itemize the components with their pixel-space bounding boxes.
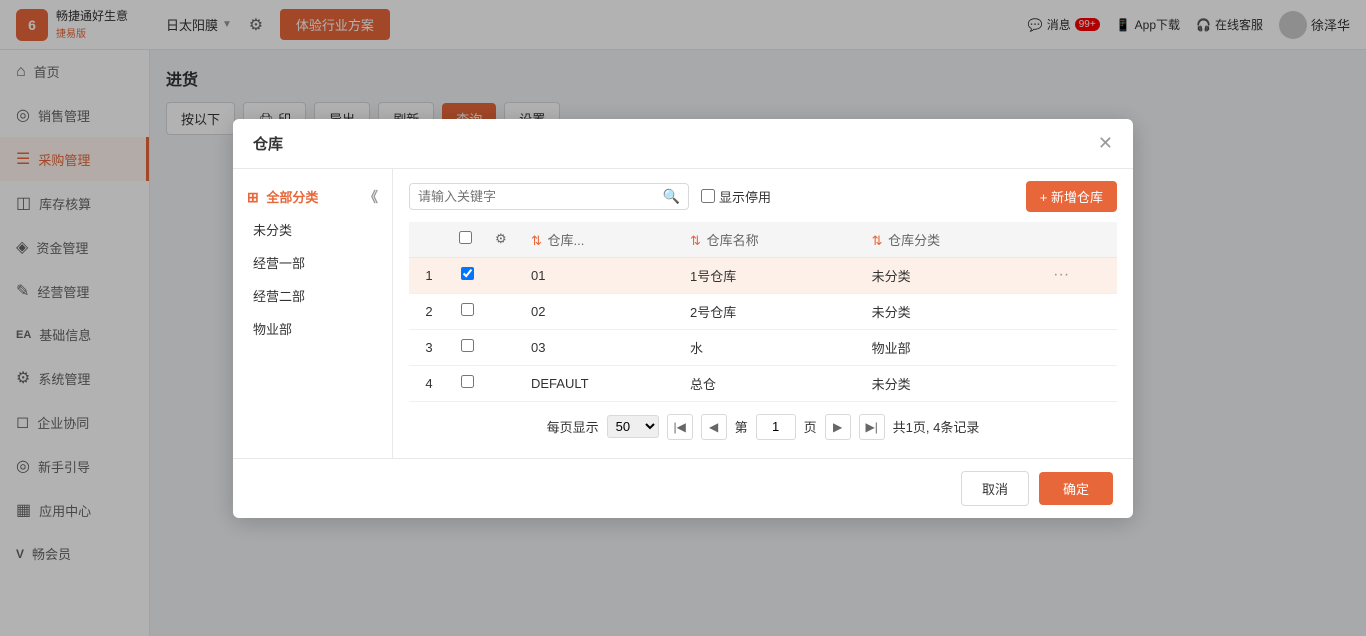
cell-name: 水 xyxy=(680,329,862,365)
col-check xyxy=(449,222,485,258)
cell-actions xyxy=(1043,365,1117,401)
sort-icon2: ⇅ xyxy=(690,233,701,248)
col-name-header: ⇅ 仓库名称 xyxy=(680,222,862,258)
first-page-btn[interactable]: |◀ xyxy=(667,414,693,440)
cat-item-dept1[interactable]: 经营一部 xyxy=(233,246,392,279)
table-panel: 🔍 显示停用 + 新增仓库 xyxy=(393,169,1133,458)
table-container: ⚙ ⇅ 仓库... ⇅ 仓库名称 xyxy=(409,222,1117,402)
cell-category: 未分类 xyxy=(862,365,1044,401)
cell-actions: ··· xyxy=(1043,257,1117,293)
row-actions-btn[interactable]: ··· xyxy=(1053,266,1069,283)
cell-index: 3 xyxy=(409,329,449,365)
cell-index: 1 xyxy=(409,257,449,293)
confirm-btn[interactable]: 确定 xyxy=(1039,472,1113,505)
prev-page-btn[interactable]: ◀ xyxy=(701,414,727,440)
table-row[interactable]: 3 03 水 物业部 xyxy=(409,329,1117,365)
table-header-row: ⚙ ⇅ 仓库... ⇅ 仓库名称 xyxy=(409,222,1117,258)
cat-item-property[interactable]: 物业部 xyxy=(233,312,392,345)
grid-icon: ⊞ xyxy=(247,189,259,205)
cell-gear xyxy=(485,293,521,329)
pagination: 每页显示 50 20 100 |◀ ◀ 第 页 ▶ ▶| 共1页, 4条记录 xyxy=(409,402,1117,446)
cell-index: 4 xyxy=(409,365,449,401)
col-actions-header xyxy=(1043,222,1117,258)
search-box: 🔍 xyxy=(409,183,689,210)
cell-check[interactable] xyxy=(449,365,485,401)
table-row[interactable]: 2 02 2号仓库 未分类 xyxy=(409,293,1117,329)
col-code-header: ⇅ 仓库... xyxy=(521,222,680,258)
table-gear-icon[interactable]: ⚙ xyxy=(495,231,507,246)
cell-code: 02 xyxy=(521,293,680,329)
cell-gear xyxy=(485,257,521,293)
show-disabled-checkbox[interactable] xyxy=(701,189,715,203)
cell-category: 未分类 xyxy=(862,257,1044,293)
table-row[interactable]: 1 01 1号仓库 未分类 ··· xyxy=(409,257,1117,293)
last-page-btn[interactable]: ▶| xyxy=(859,414,885,440)
per-page-select[interactable]: 50 20 100 xyxy=(607,415,659,438)
cell-category: 物业部 xyxy=(862,329,1044,365)
cell-actions xyxy=(1043,329,1117,365)
overlay: 仓库 ✕ ⊞ 全部分类 《 未分类 经营一部 经营二部 物业部 xyxy=(0,0,1366,636)
dialog: 仓库 ✕ ⊞ 全部分类 《 未分类 经营一部 经营二部 物业部 xyxy=(233,119,1133,518)
cancel-btn[interactable]: 取消 xyxy=(961,471,1029,506)
cell-check[interactable] xyxy=(449,293,485,329)
cell-name: 1号仓库 xyxy=(680,257,862,293)
col-index xyxy=(409,222,449,258)
cell-category: 未分类 xyxy=(862,293,1044,329)
show-disabled-toggle[interactable]: 显示停用 xyxy=(701,187,771,206)
warehouse-table: ⚙ ⇅ 仓库... ⇅ 仓库名称 xyxy=(409,222,1117,402)
cell-gear xyxy=(485,329,521,365)
cell-code: 01 xyxy=(521,257,680,293)
col-category-header: ⇅ 仓库分类 xyxy=(862,222,1044,258)
dialog-header: 仓库 ✕ xyxy=(233,119,1133,169)
page-number-input[interactable] xyxy=(756,414,796,440)
search-input[interactable] xyxy=(418,189,657,204)
collapse-icon[interactable]: 《 xyxy=(364,187,378,207)
next-page-btn[interactable]: ▶ xyxy=(825,414,851,440)
cell-code: DEFAULT xyxy=(521,365,680,401)
cell-check[interactable] xyxy=(449,257,485,293)
cat-item-uncategorized[interactable]: 未分类 xyxy=(233,213,392,246)
cat-all-header[interactable]: ⊞ 全部分类 《 xyxy=(233,181,392,213)
cell-gear xyxy=(485,365,521,401)
dialog-title: 仓库 xyxy=(253,133,283,154)
cat-item-dept2[interactable]: 经营二部 xyxy=(233,279,392,312)
cell-name: 2号仓库 xyxy=(680,293,862,329)
table-row[interactable]: 4 DEFAULT 总仓 未分类 xyxy=(409,365,1117,401)
cell-check[interactable] xyxy=(449,329,485,365)
dialog-body: ⊞ 全部分类 《 未分类 经营一部 经营二部 物业部 🔍 xyxy=(233,169,1133,458)
cell-index: 2 xyxy=(409,293,449,329)
search-icon: 🔍 xyxy=(663,188,680,205)
dialog-close-btn[interactable]: ✕ xyxy=(1098,133,1113,154)
cell-actions xyxy=(1043,293,1117,329)
category-panel: ⊞ 全部分类 《 未分类 经营一部 经营二部 物业部 xyxy=(233,169,393,458)
cell-name: 总仓 xyxy=(680,365,862,401)
sort-icon: ⇅ xyxy=(531,233,542,248)
col-gear: ⚙ xyxy=(485,222,521,258)
sort-icon3: ⇅ xyxy=(872,233,883,248)
cell-code: 03 xyxy=(521,329,680,365)
dialog-footer: 取消 确定 xyxy=(233,458,1133,518)
add-warehouse-btn[interactable]: + 新增仓库 xyxy=(1026,181,1117,212)
table-toolbar: 🔍 显示停用 + 新增仓库 xyxy=(409,181,1117,212)
select-all-checkbox[interactable] xyxy=(459,231,472,244)
